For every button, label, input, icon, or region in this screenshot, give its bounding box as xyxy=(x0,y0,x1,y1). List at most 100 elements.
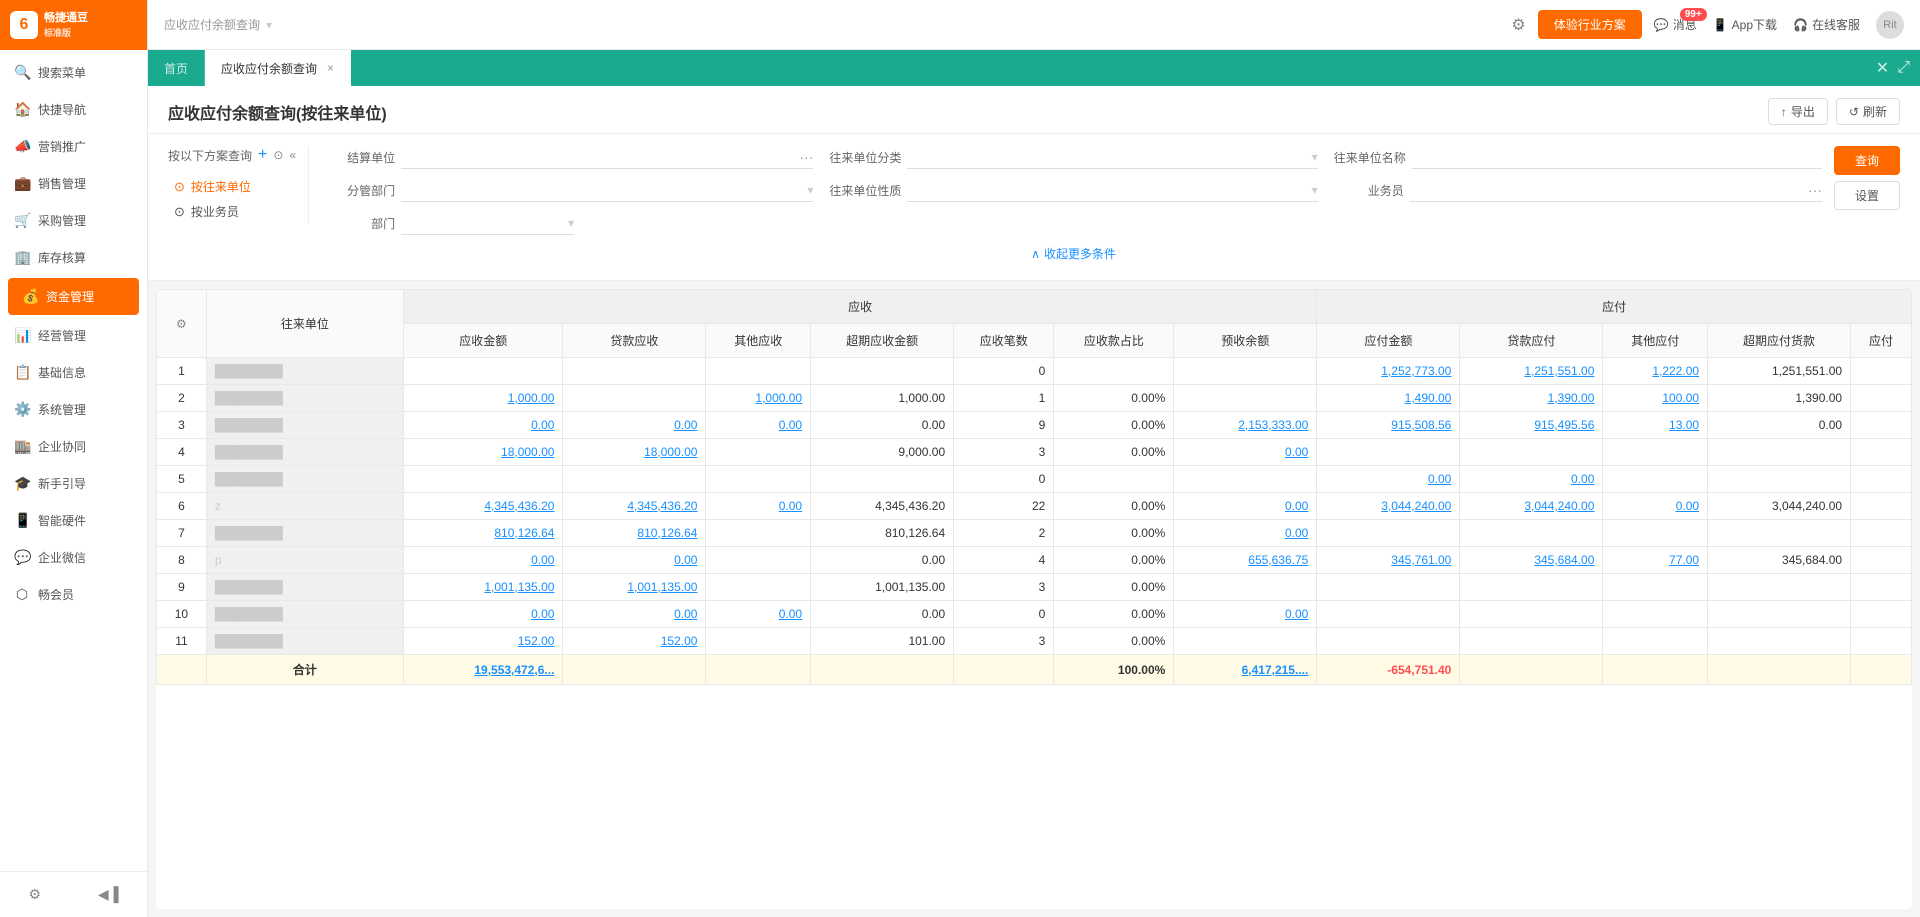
filter-bumen-input[interactable] xyxy=(401,212,568,234)
tab-close-all-icon[interactable]: ✕ xyxy=(1874,56,1891,80)
cell-ysyue[interactable]: 0.00 xyxy=(1174,493,1317,520)
cell-dkys[interactable]: 152.00 xyxy=(563,628,706,655)
online-service-button[interactable]: 🎧 在线客服 xyxy=(1793,16,1860,33)
refresh-button[interactable]: ↺ 刷新 xyxy=(1836,98,1900,125)
cell-ysyue[interactable]: 2,153,333.00 xyxy=(1174,412,1317,439)
cell-qtys[interactable]: 1,000.00 xyxy=(706,385,811,412)
cell-dkyf[interactable]: 345,684.00 xyxy=(1460,547,1603,574)
sidebar-item-system[interactable]: ⚙️ 系统管理 xyxy=(0,391,147,428)
cell-ysje[interactable]: 152.00 xyxy=(403,628,562,655)
cell-ysje[interactable]: 18,000.00 xyxy=(403,439,562,466)
cell-dkys[interactable]: 0.00 xyxy=(563,601,706,628)
cell-ysyue[interactable]: 0.00 xyxy=(1174,439,1317,466)
filter-yewuyuan-dots[interactable]: ··· xyxy=(1808,182,1822,198)
settings-bottom-icon[interactable]: ⚙ xyxy=(22,880,47,909)
avatar[interactable]: Rit xyxy=(1876,11,1904,39)
cell-dkys[interactable]: 0.00 xyxy=(563,547,706,574)
cell-dkyf[interactable]: 915,495.56 xyxy=(1460,412,1603,439)
col-qtyf: 其他应付 xyxy=(1603,324,1708,358)
filter-fenguan-input[interactable] xyxy=(401,179,807,201)
summary-ysje[interactable]: 19,553,472,6... xyxy=(403,655,562,685)
sidebar-item-sales[interactable]: 💼 销售管理 xyxy=(0,165,147,202)
cell-dkys[interactable]: 810,126.64 xyxy=(563,520,706,547)
cell-qtyf[interactable]: 0.00 xyxy=(1603,493,1708,520)
cell-yfje[interactable]: 915,508.56 xyxy=(1317,412,1460,439)
filter-wanglaifenlei-input[interactable] xyxy=(907,146,1311,168)
cell-qtyf[interactable]: 100.00 xyxy=(1603,385,1708,412)
cell-ysje[interactable]: 0.00 xyxy=(403,412,562,439)
cell-ysyue[interactable]: 0.00 xyxy=(1174,520,1317,547)
cell-ysyue[interactable]: 0.00 xyxy=(1174,601,1317,628)
filter-wanglaishuxing-input[interactable] xyxy=(907,179,1311,201)
cell-yfje[interactable]: 1,490.00 xyxy=(1317,385,1460,412)
collapse-sidebar-icon[interactable]: ◀▐ xyxy=(92,880,125,909)
cell-dkys[interactable]: 4,345,436.20 xyxy=(563,493,706,520)
tab-maximize-icon[interactable]: ⤢ xyxy=(1895,57,1912,79)
filter-wanglaiming-input[interactable] xyxy=(1412,146,1822,168)
filter-add-icon[interactable]: + xyxy=(258,146,267,164)
cell-ysje[interactable]: 1,000.00 xyxy=(403,385,562,412)
header-gear-icon[interactable]: ⚙ xyxy=(1511,15,1525,35)
setting-button[interactable]: 设置 xyxy=(1834,181,1900,210)
sidebar-item-weixin[interactable]: 💬 企业微信 xyxy=(0,539,147,576)
cell-dkys[interactable]: 1,001,135.00 xyxy=(563,574,706,601)
sidebar-item-corp[interactable]: 🏬 企业协同 xyxy=(0,428,147,465)
summary-ysyue[interactable]: 6,417,215.... xyxy=(1174,655,1317,685)
cell-qtyf[interactable]: 13.00 xyxy=(1603,412,1708,439)
app-download-button[interactable]: 📱 App下载 xyxy=(1713,16,1777,33)
tab-arbalance-close-icon[interactable]: × xyxy=(327,61,334,75)
cell-dkys[interactable]: 0.00 xyxy=(563,412,706,439)
sidebar-item-finance[interactable]: 💰 资金管理 xyxy=(8,278,139,315)
cell-yfje[interactable]: 3,044,240.00 xyxy=(1317,493,1460,520)
cell-qtys[interactable]: 0.00 xyxy=(706,412,811,439)
cell-yfje[interactable]: 1,252,773.00 xyxy=(1317,358,1460,385)
cell-qtyf[interactable]: 1,222.00 xyxy=(1603,358,1708,385)
cell-dkyf[interactable]: 1,251,551.00 xyxy=(1460,358,1603,385)
cell-dkys[interactable]: 18,000.00 xyxy=(563,439,706,466)
sidebar-item-basic[interactable]: 📋 基础信息 xyxy=(0,354,147,391)
sidebar-item-purchase[interactable]: 🛒 采购管理 xyxy=(0,202,147,239)
filter-yewuyuan-input[interactable] xyxy=(1410,179,1804,201)
sidebar-item-member[interactable]: ⬡ 畅会员 xyxy=(0,576,147,613)
cell-qtys[interactable]: 0.00 xyxy=(706,601,811,628)
filter-collapse-icon[interactable]: « xyxy=(289,148,296,162)
filter-wanglaifenlei-arrow[interactable]: ▾ xyxy=(1312,150,1318,164)
promo-button[interactable]: 体验行业方案 xyxy=(1538,10,1642,39)
cell-ysyue[interactable]: 655,636.75 xyxy=(1174,547,1317,574)
filter-fenguan-arrow[interactable]: ▾ xyxy=(807,183,813,197)
cell-dkyf[interactable]: 3,044,240.00 xyxy=(1460,493,1603,520)
sidebar-item-guide[interactable]: 🎓 新手引导 xyxy=(0,465,147,502)
cell-dkyf[interactable]: 0.00 xyxy=(1460,466,1603,493)
table-settings-icon[interactable]: ⚙ xyxy=(176,317,187,331)
filter-bumen-arrow[interactable]: ▾ xyxy=(568,216,574,230)
filter-jiesuandanwei-dots[interactable]: ··· xyxy=(799,149,813,165)
scheme-salesman-label: 按业务员 xyxy=(191,203,239,220)
cell-ysje[interactable]: 4,345,436.20 xyxy=(403,493,562,520)
sidebar-item-quick[interactable]: 🏠 快捷导航 xyxy=(0,91,147,128)
filter-collapse-button[interactable]: ∧ 收起更多条件 xyxy=(1025,239,1122,268)
sidebar-item-inventory[interactable]: 🏢 库存核算 xyxy=(0,239,147,276)
filter-wanglaishuxing-arrow[interactable]: ▾ xyxy=(1312,183,1318,197)
scheme-by-salesman[interactable]: ⊙ 按业务员 xyxy=(168,199,296,224)
scheme-by-partner[interactable]: ⊙ 按往来单位 xyxy=(168,174,296,199)
tab-arbalance[interactable]: 应收应付余额查询 × xyxy=(205,50,351,86)
cell-ysje[interactable]: 810,126.64 xyxy=(403,520,562,547)
cell-yfje[interactable]: 345,761.00 xyxy=(1317,547,1460,574)
cell-qtyf[interactable]: 77.00 xyxy=(1603,547,1708,574)
filter-settings-icon[interactable]: ⊙ xyxy=(273,148,283,162)
cell-yfje[interactable]: 0.00 xyxy=(1317,466,1460,493)
cell-qtys[interactable]: 0.00 xyxy=(706,493,811,520)
tab-home[interactable]: 首页 xyxy=(148,50,205,86)
sidebar-item-operation[interactable]: 📊 经营管理 xyxy=(0,317,147,354)
export-button[interactable]: ↑ 导出 xyxy=(1768,98,1828,125)
cell-dkyf[interactable]: 1,390.00 xyxy=(1460,385,1603,412)
sidebar-item-hardware[interactable]: 📱 智能硬件 xyxy=(0,502,147,539)
cell-ysje[interactable]: 1,001,135.00 xyxy=(403,574,562,601)
sidebar-item-marketing[interactable]: 📣 营销推广 xyxy=(0,128,147,165)
sidebar-item-search[interactable]: 🔍 搜索菜单 xyxy=(0,54,147,91)
query-button[interactable]: 查询 xyxy=(1834,146,1900,175)
messages-button[interactable]: 💬 消息 99+ xyxy=(1654,16,1697,33)
filter-jiesuandanwei-input[interactable] xyxy=(401,146,795,168)
cell-ysje[interactable]: 0.00 xyxy=(403,547,562,574)
cell-ysje[interactable]: 0.00 xyxy=(403,601,562,628)
